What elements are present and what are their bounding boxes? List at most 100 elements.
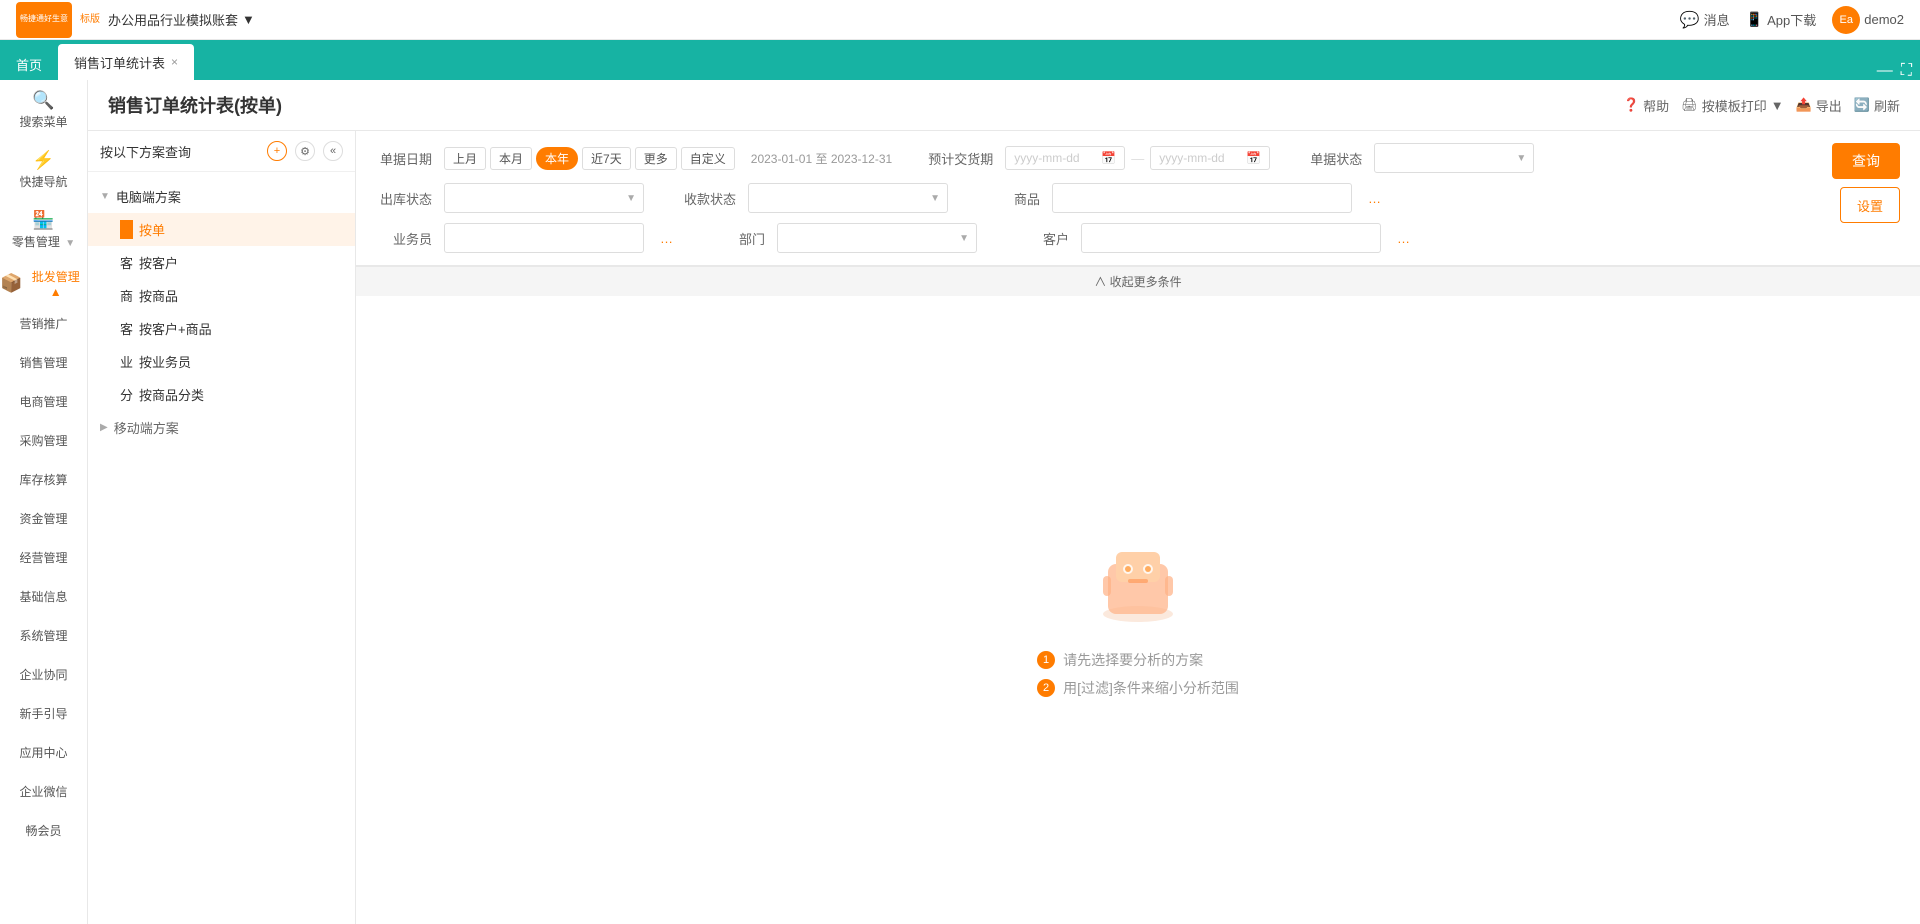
message-button[interactable]: 💬 消息 — [1680, 10, 1730, 30]
scheme-goods-icon: 商 — [120, 286, 133, 305]
tree-mobile-group[interactable]: ▶ 移动端方案 — [88, 411, 355, 444]
active-tab-label: 销售订单统计表 — [74, 53, 165, 72]
sidebar-item-retail[interactable]: 🏪 零售管理 ▼ — [0, 200, 87, 260]
refresh-icon: 🔄 — [1854, 97, 1870, 113]
goods-input[interactable] — [1052, 183, 1352, 213]
user-menu[interactable]: Ea demo2 — [1832, 6, 1904, 34]
sidebar-label-collab: 企业协同 — [0, 666, 87, 683]
inner: 按以下方案查询 + ⚙ « ▼ 电脑端方案 按 按单 — [88, 131, 1920, 924]
department-select[interactable] — [777, 223, 977, 253]
sidebar-item-quicknav[interactable]: ⚡ 快捷导航 — [0, 140, 87, 200]
filter-area: 单据日期 上月 本月 本年 近7天 更多 自定义 2023-01-01 至 20… — [356, 131, 1920, 266]
left-panel: 按以下方案查询 + ⚙ « ▼ 电脑端方案 按 按单 — [88, 131, 356, 924]
sidebar-item-system[interactable]: 系统管理 — [0, 615, 87, 654]
left-panel-icons: + ⚙ « — [267, 141, 343, 161]
print-icon: 🖨 — [1681, 97, 1698, 113]
salesman-input[interactable] — [444, 223, 644, 253]
calendar-from-icon: 📅 — [1101, 151, 1116, 165]
sidebar-item-member[interactable]: 畅会员 — [0, 810, 87, 849]
status-select-wrap — [1374, 143, 1534, 173]
sidebar-label-operation: 经营管理 — [0, 549, 87, 566]
settings-scheme-button[interactable]: ⚙ — [295, 141, 315, 161]
search-setting-col: 查询 设置 — [1832, 143, 1900, 223]
sidebar-item-sales[interactable]: 销售管理 — [0, 342, 87, 381]
customer-more-icon[interactable]: … — [1397, 231, 1410, 246]
sidebar-item-wholesale[interactable]: 📦 批发管理 ▲ — [0, 260, 87, 303]
help-icon: ❓ — [1623, 97, 1639, 113]
customer-input[interactable] — [1081, 223, 1381, 253]
add-scheme-button[interactable]: + — [267, 141, 287, 161]
sidebar-label-ecommerce: 电商管理 — [0, 393, 87, 410]
refresh-button[interactable]: 🔄 刷新 — [1854, 96, 1900, 115]
date-btn-last-month[interactable]: 上月 — [444, 147, 486, 170]
tab-home[interactable]: 首页 — [0, 48, 58, 80]
print-button[interactable]: 🖨 按模板打印 ▼ — [1681, 96, 1783, 115]
sidebar-item-wechat[interactable]: 企业微信 — [0, 771, 87, 810]
sidebar-item-marketing[interactable]: 营销推广 — [0, 303, 87, 342]
print-arrow: ▼ — [1771, 98, 1784, 113]
tip-num-2: 2 — [1037, 679, 1055, 697]
sidebar-item-finance[interactable]: 资金管理 — [0, 498, 87, 537]
company-arrow: ▼ — [242, 12, 255, 27]
date-from-placeholder: yyyy-mm-dd — [1014, 151, 1079, 165]
date-btn-more[interactable]: 更多 — [635, 147, 677, 170]
tab-sales-order[interactable]: 销售订单统计表 × — [58, 44, 194, 80]
tree-collapse-arrow: ▼ — [100, 191, 110, 202]
sidebar-label-appcenter: 应用中心 — [0, 744, 87, 761]
sidebar-label-sales: 销售管理 — [0, 354, 87, 371]
date-btn-7days[interactable]: 近7天 — [582, 147, 631, 170]
sidebar-label-newguide: 新手引导 — [0, 705, 87, 722]
date-btn-this-year[interactable]: 本年 — [536, 147, 578, 170]
empty-tips: 1 请先选择要分析的方案 2 用[过滤]条件来缩小分析范围 — [1037, 650, 1239, 706]
salesman-more-icon[interactable]: … — [660, 231, 673, 246]
scheme-by-category[interactable]: 分 按商品分类 — [88, 378, 355, 411]
goods-more-icon[interactable]: … — [1368, 191, 1381, 206]
sidebar: 🔍 搜索菜单 ⚡ 快捷导航 🏪 零售管理 ▼ 📦 批发管理 ▲ 营销推广 销售管… — [0, 80, 88, 924]
sidebar-item-purchase[interactable]: 采购管理 — [0, 420, 87, 459]
page-actions: ❓ 帮助 🖨 按模板打印 ▼ 📤 导出 🔄 刷新 — [1623, 96, 1900, 127]
search-button[interactable]: 查询 — [1832, 143, 1900, 179]
payment-select[interactable] — [748, 183, 948, 213]
mobile-label: 移动端方案 — [114, 418, 179, 437]
shipment-select[interactable] — [444, 183, 644, 213]
sidebar-item-basic[interactable]: 基础信息 — [0, 576, 87, 615]
restore-icon[interactable]: — — [1877, 62, 1893, 80]
sidebar-item-appcenter[interactable]: 应用中心 — [0, 732, 87, 771]
sidebar-label-retail: 零售管理 ▼ — [0, 233, 87, 250]
setting-button[interactable]: 设置 — [1840, 187, 1900, 223]
export-button[interactable]: 📤 导出 — [1796, 96, 1842, 115]
scheme-by-goods[interactable]: 商 按商品 — [88, 279, 355, 312]
scheme-customer-icon: 客 — [120, 253, 133, 272]
help-button[interactable]: ❓ 帮助 — [1623, 96, 1669, 115]
date-to-input[interactable]: yyyy-mm-dd 📅 — [1150, 146, 1270, 170]
company-selector[interactable]: 办公用品行业模拟账套 ▼ — [108, 10, 255, 29]
export-icon: 📤 — [1796, 97, 1812, 113]
logo: 畅捷通好生意 — [16, 2, 72, 38]
message-label: 消息 — [1704, 10, 1730, 29]
tree-desktop-group[interactable]: ▼ 电脑端方案 — [88, 180, 355, 213]
date-from-input[interactable]: yyyy-mm-dd 📅 — [1005, 146, 1125, 170]
sidebar-item-ecommerce[interactable]: 电商管理 — [0, 381, 87, 420]
scheme-by-order[interactable]: 按 按单 — [88, 213, 355, 246]
sidebar-item-collab[interactable]: 企业协同 — [0, 654, 87, 693]
scheme-by-customer[interactable]: 客 按客户 — [88, 246, 355, 279]
collapse-panel-button[interactable]: « — [323, 141, 343, 161]
sidebar-item-newguide[interactable]: 新手引导 — [0, 693, 87, 732]
sidebar-item-operation[interactable]: 经营管理 — [0, 537, 87, 576]
collapse-bar[interactable]: ∧ 收起更多条件 — [356, 266, 1920, 296]
sidebar-item-inventory[interactable]: 库存核算 — [0, 459, 87, 498]
sidebar-item-search[interactable]: 🔍 搜索菜单 — [0, 80, 87, 140]
fullscreen-icon[interactable]: ⛶ — [1901, 62, 1912, 80]
tab-close-icon[interactable]: × — [171, 55, 178, 69]
status-label: 单据状态 — [1306, 149, 1362, 168]
scheme-by-salesman[interactable]: 业 按业务员 — [88, 345, 355, 378]
date-btn-this-month[interactable]: 本月 — [490, 147, 532, 170]
app-download-button[interactable]: 📱 App下载 — [1746, 10, 1817, 29]
filter-row-1: 单据日期 上月 本月 本年 近7天 更多 自定义 2023-01-01 至 20… — [376, 143, 1832, 173]
date-btn-custom[interactable]: 自定义 — [681, 147, 735, 170]
date-label: 单据日期 — [376, 149, 432, 168]
scheme-by-customer-goods[interactable]: 客 按客户+商品 — [88, 312, 355, 345]
status-select[interactable] — [1374, 143, 1534, 173]
scheme-category-icon: 分 — [120, 385, 133, 404]
scheme-by-order-label: 按单 — [139, 220, 165, 239]
